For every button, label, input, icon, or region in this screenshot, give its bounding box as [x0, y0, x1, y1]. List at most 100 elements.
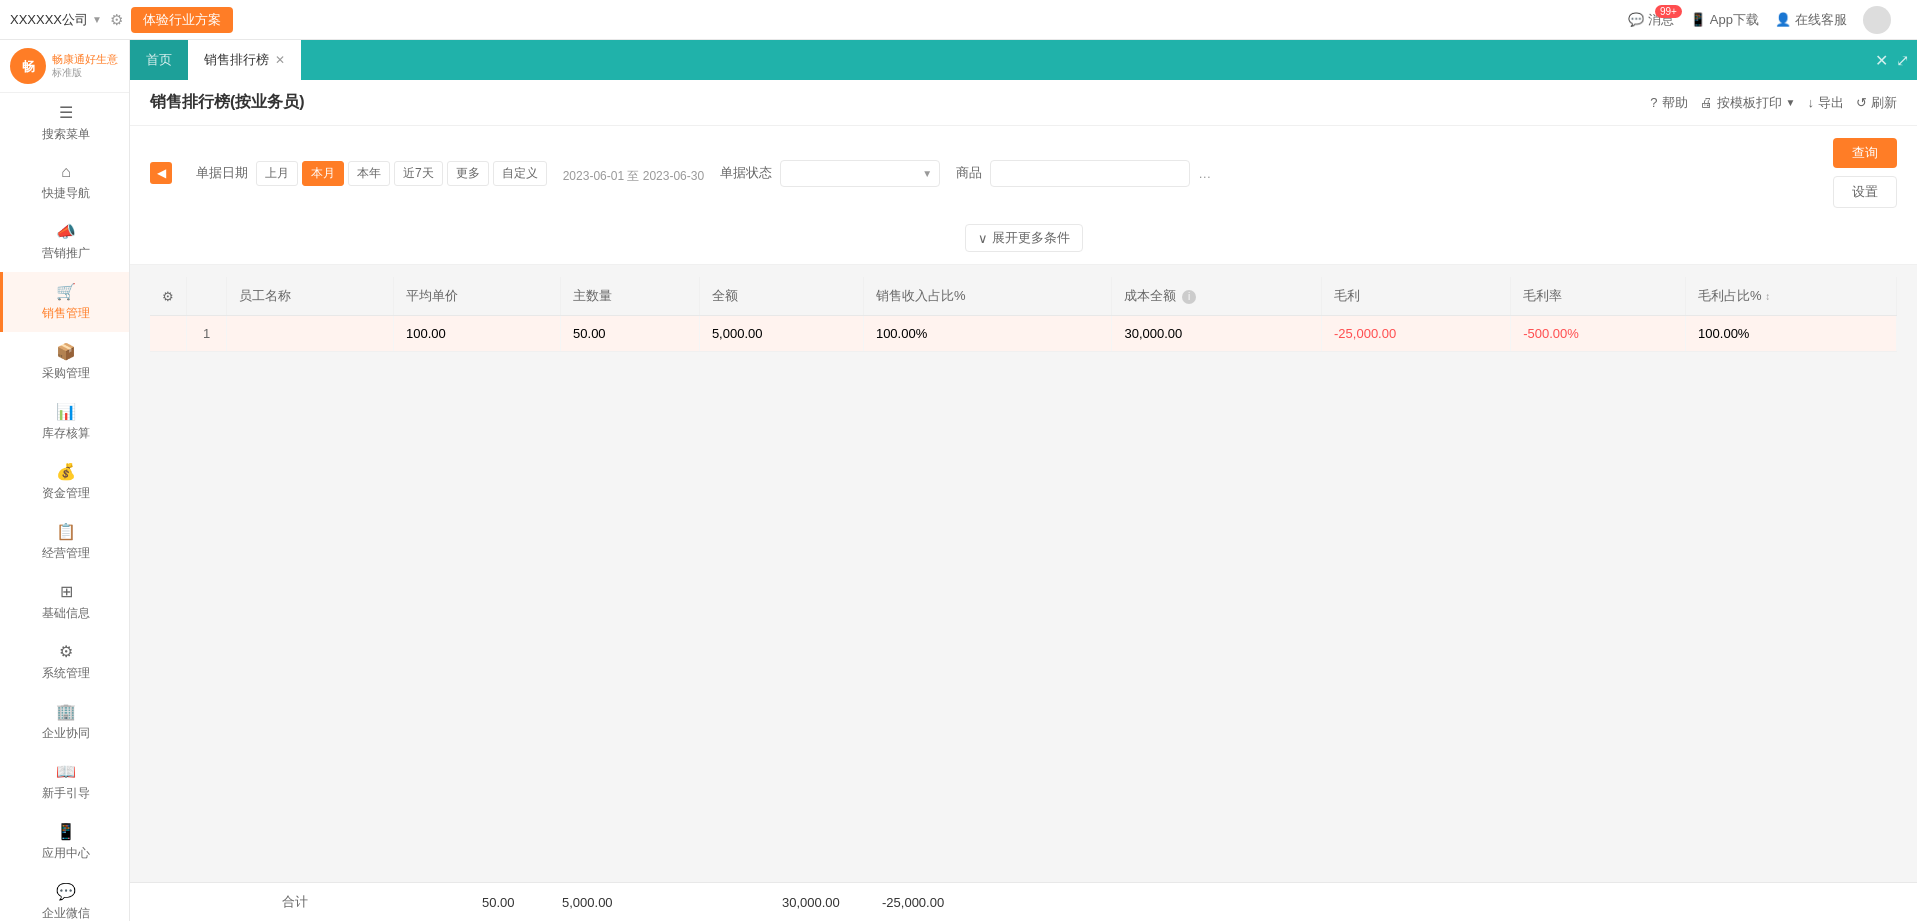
footer-amount: 5,000.00	[550, 895, 650, 910]
filter-toggle-button[interactable]: ◀	[150, 162, 172, 184]
print-icon: 🖨	[1700, 95, 1713, 110]
table-footer: 合计 50.00 5,000.00 30,000.00 -25,000.00	[130, 882, 1917, 921]
date-btn-this-year[interactable]: 本年	[348, 161, 390, 186]
date-btn-more[interactable]: 更多	[447, 161, 489, 186]
sidebar-item-system[interactable]: ⚙ 系统管理	[0, 632, 129, 692]
sidebar-item-guide[interactable]: 📖 新手引导	[0, 752, 129, 812]
expand-conditions-button[interactable]: ∨ 展开更多条件	[965, 224, 1083, 252]
tab-bar: 首页 销售排行榜 ✕ ✕ ⤢	[130, 40, 1917, 80]
tab-maximize-icon[interactable]: ⤢	[1896, 51, 1909, 70]
sidebar-item-wechat[interactable]: 💬 企业微信	[0, 872, 129, 921]
avatar[interactable]	[1863, 6, 1891, 34]
sidebar-item-inventory[interactable]: 📊 库存核算	[0, 392, 129, 452]
th-amount: 全额	[699, 277, 863, 316]
tab-close-window-icon[interactable]: ✕	[1875, 51, 1888, 70]
sidebar-item-basic[interactable]: ⊞ 基础信息	[0, 572, 129, 632]
help-button[interactable]: ? 帮助	[1650, 94, 1687, 112]
column-settings-icon[interactable]: ⚙	[162, 289, 174, 304]
goods-label: 商品	[956, 164, 982, 182]
sidebar-item-sales[interactable]: 🛒 销售管理	[0, 272, 129, 332]
date-btn-7days[interactable]: 近7天	[394, 161, 443, 186]
app-download-label: App下载	[1710, 11, 1759, 29]
operations-icon: 📋	[56, 522, 76, 541]
sidebar-item-enterprise[interactable]: 🏢 企业协同	[0, 692, 129, 752]
sidebar-item-appstore[interactable]: 📱 应用中心	[0, 812, 129, 872]
refresh-button[interactable]: ↺ 刷新	[1856, 94, 1897, 112]
purchase-icon: 📦	[56, 342, 76, 361]
td-cost: 30,000.00	[1112, 316, 1322, 352]
sidebar-label-sales: 销售管理	[42, 305, 90, 322]
sidebar-label-purchase: 采购管理	[42, 365, 90, 382]
guide-icon: 📖	[56, 762, 76, 781]
sidebar-item-search[interactable]: ☰ 搜索菜单	[0, 93, 129, 153]
date-btn-last-month[interactable]: 上月	[256, 161, 298, 186]
table-body: 1 100.00 50.00	[150, 316, 1897, 352]
online-service-button[interactable]: 👤 在线客服	[1775, 11, 1847, 29]
logo-badge: 标准版	[52, 66, 118, 80]
query-button[interactable]: 查询	[1833, 138, 1897, 168]
filter-collapse: ∨ 展开更多条件	[150, 216, 1897, 252]
date-btn-custom[interactable]: 自定义	[493, 161, 547, 186]
td-sales-ratio: 100.00%	[863, 316, 1112, 352]
sidebar-item-operations[interactable]: 📋 经营管理	[0, 512, 129, 572]
trial-button[interactable]: 体验行业方案	[131, 7, 233, 33]
td-gross-rate: -500.00%	[1511, 316, 1686, 352]
tab-home[interactable]: 首页	[130, 40, 188, 80]
table-header-row: ⚙ 员工名称 平均单价 主数量	[150, 277, 1897, 316]
app-download-button[interactable]: 📱 App下载	[1690, 11, 1759, 29]
tab-sales-rank[interactable]: 销售排行榜 ✕	[188, 40, 301, 80]
goods-more-icon[interactable]: …	[1198, 166, 1211, 181]
export-button[interactable]: ↓ 导出	[1808, 94, 1845, 112]
refresh-label: 刷新	[1871, 94, 1897, 112]
th-gross-ratio: 毛利占比% ↕	[1686, 277, 1897, 316]
th-cost: 成本全额 i	[1112, 277, 1322, 316]
td-amount: 5,000.00	[699, 316, 863, 352]
sidebar-label-operations: 经营管理	[42, 545, 90, 562]
td-avg-price: 100.00	[394, 316, 561, 352]
footer-row: 合计 50.00 5,000.00 30,000.00 -25,000.00	[150, 893, 1897, 911]
footer-total-label: 合计	[270, 893, 390, 911]
service-icon: 👤	[1775, 12, 1791, 27]
company-settings-icon[interactable]: ⚙	[110, 11, 123, 29]
expand-icon: ∨	[978, 231, 988, 246]
settings-button[interactable]: 设置	[1833, 176, 1897, 208]
sidebar-item-marketing[interactable]: 📣 营销推广	[0, 212, 129, 272]
sidebar-item-purchase[interactable]: 📦 采购管理	[0, 332, 129, 392]
sidebar-label-guide: 新手引导	[42, 785, 90, 802]
sidebar-item-finance[interactable]: 💰 资金管理	[0, 452, 129, 512]
print-button[interactable]: 🖨 按模板打印 ▼	[1700, 94, 1796, 112]
sidebar-label-system: 系统管理	[42, 665, 90, 682]
th-name: 员工名称	[227, 277, 394, 316]
company-selector[interactable]: XXXXXX公司 ▼	[10, 11, 102, 29]
basic-icon: ⊞	[60, 582, 73, 601]
tab-close-icon[interactable]: ✕	[275, 53, 285, 67]
sidebar-item-shortcuts[interactable]: ⌂ 快捷导航	[0, 153, 129, 212]
goods-input[interactable]	[990, 160, 1190, 187]
date-btn-this-month[interactable]: 本月	[302, 161, 344, 186]
sidebar-label-marketing: 营销推广	[42, 245, 90, 262]
td-settings	[150, 316, 187, 352]
footer-quantity: 50.00	[470, 895, 550, 910]
appstore-icon: 📱	[56, 822, 76, 841]
sidebar: 畅 畅康通好生意 标准版 ☰ 搜索菜单 ⌂ 快捷导航 📣 营销推广 🛒 销售管理…	[0, 40, 130, 921]
filter-goods: 商品 …	[956, 160, 1211, 187]
date-toggle-group: 上月 本月 本年 近7天 更多 自定义	[256, 161, 547, 186]
cost-info-icon[interactable]: i	[1182, 290, 1196, 304]
gross-ratio-sort-icon[interactable]: ↕	[1765, 291, 1770, 302]
filter-area: ◀ 单据日期 上月 本月 本年 近7天 更多 自定义	[130, 126, 1917, 265]
sidebar-label-finance: 资金管理	[42, 485, 90, 502]
th-gross-rate: 毛利率	[1511, 277, 1686, 316]
filter-status: 单据状态	[720, 160, 940, 187]
logo-text: 畅康通好生意	[52, 52, 118, 66]
online-service-label: 在线客服	[1795, 11, 1847, 29]
finance-icon: 💰	[56, 462, 76, 481]
expand-label: 展开更多条件	[992, 229, 1070, 247]
status-select[interactable]	[780, 160, 940, 187]
main-layout: 畅 畅康通好生意 标准版 ☰ 搜索菜单 ⌂ 快捷导航 📣 营销推广 🛒 销售管理…	[0, 40, 1917, 921]
td-gross: -25,000.00	[1322, 316, 1511, 352]
page-title: 销售排行榜(按业务员)	[150, 92, 305, 113]
messages-button[interactable]: 💬 消息 99+	[1628, 11, 1674, 29]
action-buttons: 查询 设置	[1833, 138, 1897, 208]
sidebar-label-enterprise: 企业协同	[42, 725, 90, 742]
top-bar: XXXXXX公司 ▼ ⚙ 体验行业方案 💬 消息 99+ 📱 App下载 👤 在…	[0, 0, 1917, 40]
